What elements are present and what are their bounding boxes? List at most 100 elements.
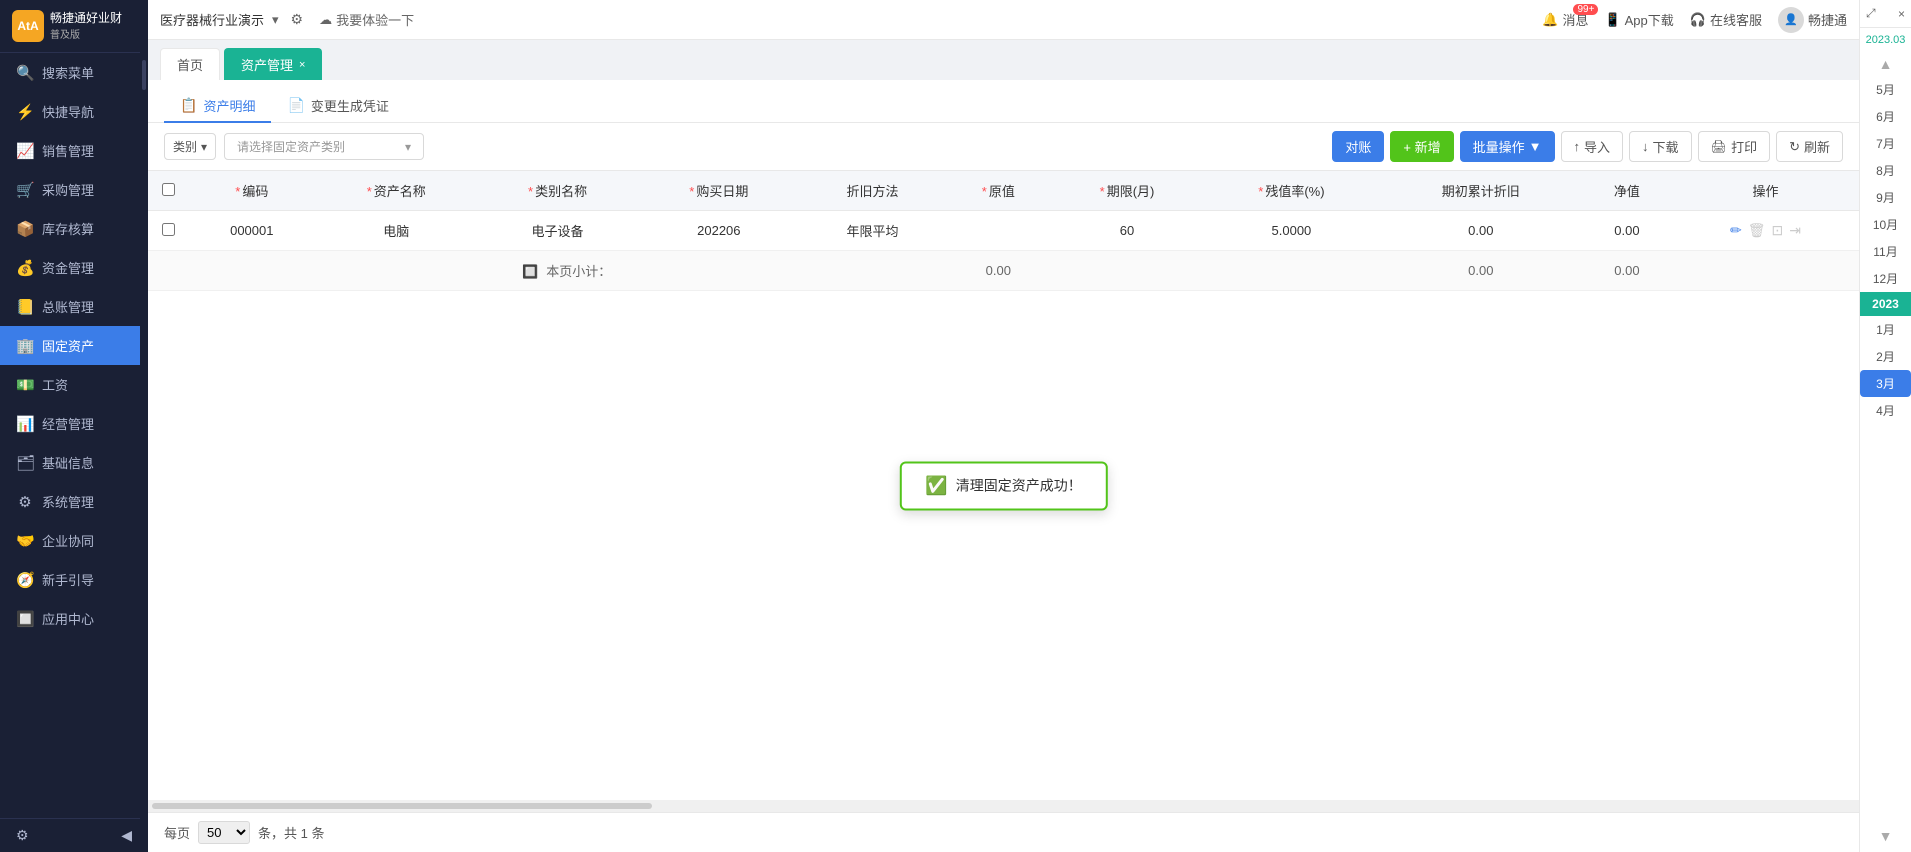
cell-period: 60 [1051, 211, 1203, 251]
sidebar-item-label-enterprise: 企业协同 [42, 531, 94, 550]
sidebar-item-guide[interactable]: 🧭 新手引导 [0, 560, 148, 599]
edit-icon[interactable]: ✏ [1730, 222, 1742, 239]
app-download-button[interactable]: 📱 App下载 [1604, 10, 1673, 29]
pagination-bar: 每页 50 10 20 100 条，共 1 条 [148, 812, 1859, 852]
panel-expand-icon[interactable]: ⤢ [1866, 6, 1876, 21]
sidebar-item-inventory[interactable]: 📦 库存核算 [0, 209, 148, 248]
row-action-icons: ✏ 🗑 ⊡ ⇥ [1680, 222, 1851, 239]
category-placeholder: 请选择固定资产类别 [237, 138, 345, 155]
sidebar-item-enterprise[interactable]: 🤝 企业协同 [0, 521, 148, 560]
message-button[interactable]: 🔔 消息 99+ [1542, 10, 1588, 29]
download-button[interactable]: ↓ 下载 [1629, 131, 1692, 162]
sidebar-item-label-operations: 经营管理 [42, 414, 94, 433]
purchase-icon: 🛒 [16, 181, 34, 199]
col-original-value: *原值 [946, 171, 1051, 211]
month-10[interactable]: 10月 [1860, 211, 1911, 238]
operations-icon: 📊 [16, 415, 34, 433]
refresh-button[interactable]: ↻ 刷新 [1776, 131, 1843, 162]
more-icon[interactable]: ⇥ [1789, 222, 1801, 239]
subtab-asset-list[interactable]: 📋 资产明细 [164, 90, 271, 123]
prev-year-icon[interactable]: ▲ [1875, 52, 1897, 76]
cell-purchase-date: 202206 [638, 211, 799, 251]
sidebar-item-payroll[interactable]: 💵 工资 [0, 365, 148, 404]
cloud-icon: ☁ [319, 12, 332, 28]
scrollbar-thumb[interactable] [152, 803, 652, 809]
search-icon: 🔍 [16, 64, 34, 82]
sidebar-item-label-search: 搜索菜单 [42, 63, 94, 82]
month-6[interactable]: 6月 [1860, 103, 1911, 130]
app-edition: 普及版 [50, 26, 122, 41]
sidebar-item-label-fixed-assets: 固定资产 [42, 336, 94, 355]
cell-name: 电脑 [316, 211, 477, 251]
sidebar-item-apps[interactable]: 🔲 应用中心 [0, 599, 148, 638]
tab-close-icon[interactable]: × [299, 59, 305, 71]
sidebar-item-finance[interactable]: 💰 资金管理 [0, 248, 148, 287]
month-5[interactable]: 5月 [1860, 76, 1911, 103]
per-page-select[interactable]: 50 10 20 100 [198, 821, 250, 844]
col-name: *资产名称 [316, 171, 477, 211]
month-3-active[interactable]: 3月 [1860, 370, 1911, 397]
row-checkbox[interactable] [162, 223, 175, 236]
period-label: 2023.03 [1862, 28, 1910, 52]
subtab-change-voucher[interactable]: 📄 变更生成凭证 [271, 90, 404, 123]
select-all-cell[interactable] [148, 171, 188, 211]
topbar-gear-icon[interactable]: ⚙ [291, 11, 304, 28]
download-label: 下载 [1653, 137, 1679, 156]
batch-ops-button[interactable]: 批量操作 ▼ [1460, 131, 1555, 162]
sidebar-item-system[interactable]: ⚙ 系统管理 [0, 482, 148, 521]
print-button[interactable]: 🖨 打印 [1698, 131, 1771, 162]
tab-asset-management[interactable]: 资产管理 × [224, 48, 322, 80]
month-4[interactable]: 4月 [1860, 397, 1911, 424]
toolbar-left: 类别 ▾ 请选择固定资产类别 ▾ [164, 133, 424, 160]
year-2023-label: 2023 [1860, 292, 1911, 316]
sidebar-item-purchase[interactable]: 🛒 采购管理 [0, 170, 148, 209]
category-input[interactable]: 请选择固定资产类别 ▾ [224, 133, 424, 160]
customer-service-label: 在线客服 [1710, 10, 1762, 29]
col-depreciation: 折旧方法 [799, 171, 945, 211]
month-12[interactable]: 12月 [1860, 265, 1911, 292]
export-button[interactable]: ↑ 导入 [1561, 131, 1624, 162]
collapse-icon[interactable]: ◀ [121, 827, 132, 844]
user-profile[interactable]: 👤 畅捷通 [1778, 7, 1847, 33]
cell-code: 000001 [188, 211, 316, 251]
month-8[interactable]: 8月 [1860, 157, 1911, 184]
settings-icon[interactable]: ⚙ [16, 827, 29, 844]
new-button[interactable]: + 新增 [1390, 131, 1453, 162]
reconcile-label: 对账 [1345, 137, 1371, 156]
filter-dropdown-icon: ▾ [201, 140, 207, 154]
tab-home[interactable]: 首页 [160, 48, 220, 80]
horizontal-scrollbar[interactable] [148, 800, 1859, 812]
sidebar-item-ledger[interactable]: 📒 总账管理 [0, 287, 148, 326]
next-year-icon[interactable]: ▼ [1875, 824, 1897, 852]
month-7[interactable]: 7月 [1860, 130, 1911, 157]
col-purchase-date: *购买日期 [638, 171, 799, 211]
copy-icon[interactable]: ⊡ [1772, 222, 1784, 239]
delete-icon[interactable]: 🗑 [1748, 222, 1766, 239]
sidebar-item-label-ledger: 总账管理 [42, 297, 94, 316]
sidebar-item-operations[interactable]: 📊 经营管理 [0, 404, 148, 443]
customer-service-button[interactable]: 🎧 在线客服 [1690, 10, 1762, 29]
sidebar-item-sales[interactable]: 📈 销售管理 [0, 131, 148, 170]
sidebar-item-search[interactable]: 🔍 搜索菜单 [0, 53, 148, 92]
cell-original-value [946, 211, 1051, 251]
month-9[interactable]: 9月 [1860, 184, 1911, 211]
experience-label[interactable]: 我要体验一下 [336, 10, 414, 29]
reconcile-button[interactable]: 对账 [1332, 131, 1384, 162]
category-filter[interactable]: 类别 ▾ [164, 133, 216, 160]
sidebar-item-quicknav[interactable]: ⚡ 快捷导航 [0, 92, 148, 131]
company-dropdown-icon[interactable]: ▾ [272, 12, 279, 28]
sidebar-item-fixed-assets[interactable]: 🏢 固定资产 [0, 326, 148, 365]
month-11[interactable]: 11月 [1860, 238, 1911, 265]
row-checkbox-cell[interactable] [148, 211, 188, 251]
month-2[interactable]: 2月 [1860, 343, 1911, 370]
toast-message: 清理固定资产成功！ [956, 476, 1082, 496]
bell-icon: 🔔 [1542, 12, 1558, 28]
cell-accumulated: 0.00 [1380, 211, 1582, 251]
month-1[interactable]: 1月 [1860, 316, 1911, 343]
select-all-checkbox[interactable] [162, 183, 175, 196]
sales-icon: 📈 [16, 142, 34, 160]
sidebar-item-label-guide: 新手引导 [42, 570, 94, 589]
finance-icon: 💰 [16, 259, 34, 277]
sidebar-item-basic[interactable]: 🗂 基础信息 [0, 443, 148, 482]
panel-close-icon[interactable]: × [1898, 7, 1905, 21]
